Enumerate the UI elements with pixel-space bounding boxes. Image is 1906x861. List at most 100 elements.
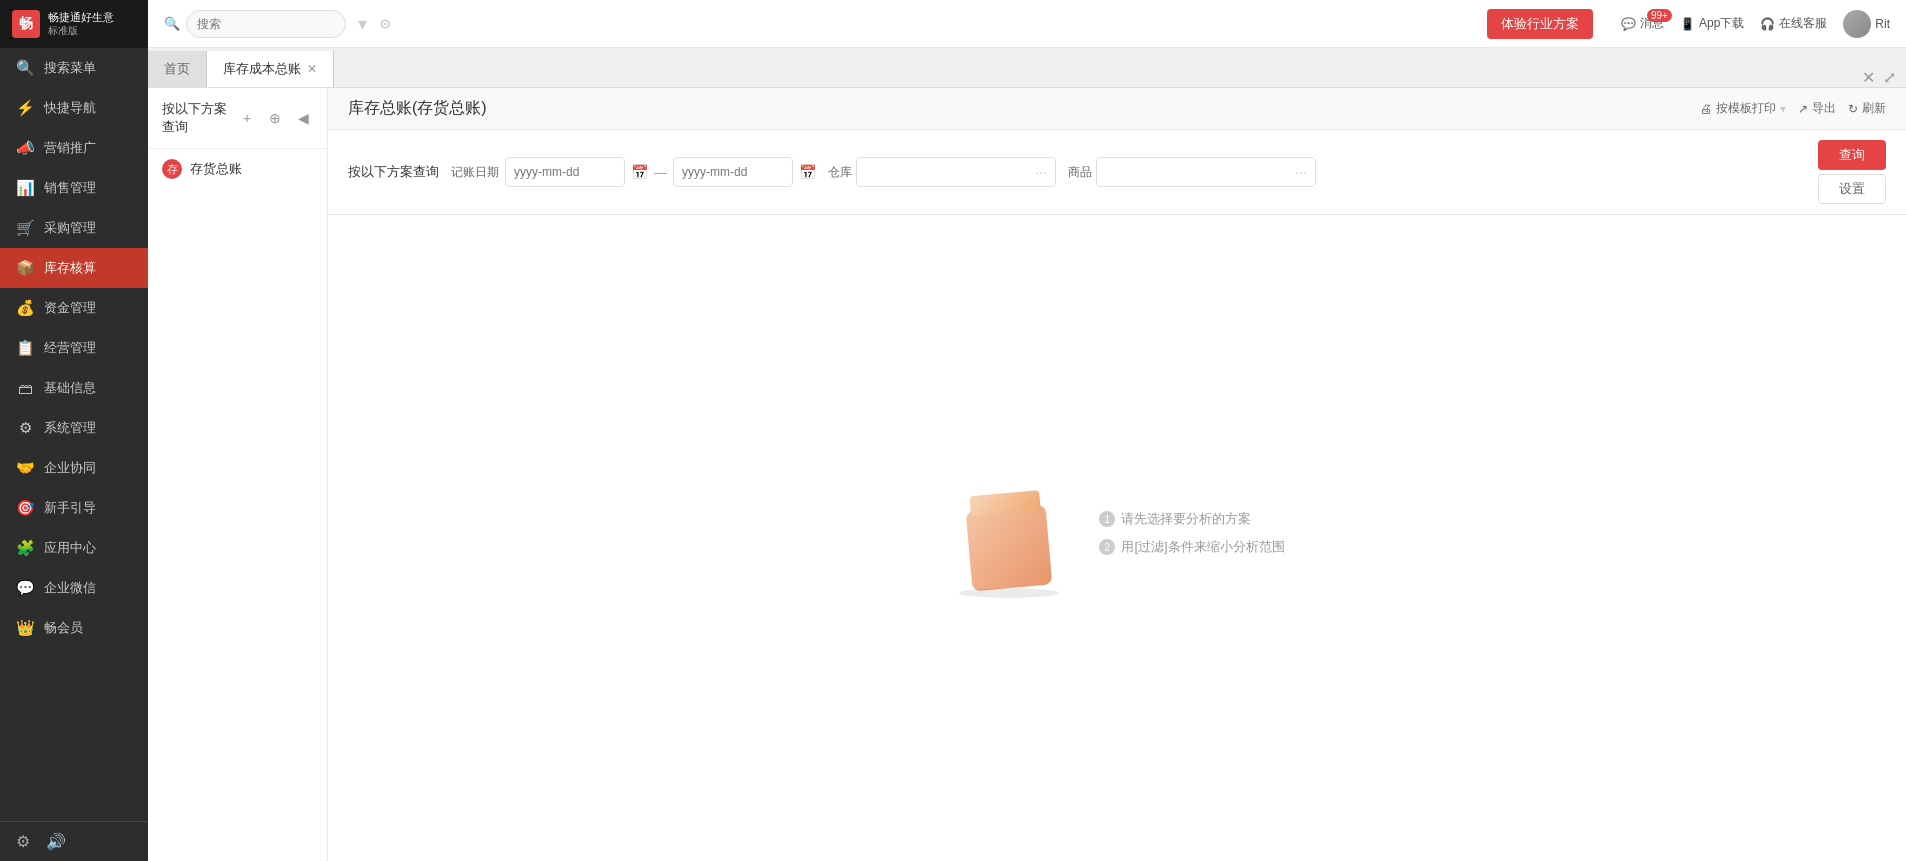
tab-home[interactable]: 首页 bbox=[148, 51, 207, 87]
action-buttons: 查询 设置 bbox=[1818, 140, 1886, 204]
member-icon: 👑 bbox=[16, 619, 34, 637]
marketing-icon: 📣 bbox=[16, 139, 34, 157]
base-icon: 🗃 bbox=[16, 379, 34, 397]
filter-dash: — bbox=[654, 165, 667, 180]
sidebar-item-base[interactable]: 🗃 基础信息 bbox=[0, 368, 148, 408]
refresh-btn[interactable]: ↻ 刷新 bbox=[1848, 100, 1886, 117]
empty-box bbox=[966, 505, 1053, 592]
topbar-message[interactable]: 💬 消息 99+ bbox=[1621, 15, 1664, 32]
sidebar-item-label: 资金管理 bbox=[44, 299, 96, 317]
tabs-bar: 首页 库存成本总账 ✕ ✕ ⤢ bbox=[148, 48, 1906, 88]
sidebar-item-purchase[interactable]: 🛒 采购管理 bbox=[0, 208, 148, 248]
tab-close-window-icon[interactable]: ✕ bbox=[1862, 68, 1875, 87]
empty-illustration bbox=[949, 478, 1069, 598]
topbar-app-download[interactable]: 📱 App下载 bbox=[1680, 15, 1744, 32]
left-panel-title: 按以下方案查询 bbox=[162, 100, 237, 136]
refresh-icon: ↻ bbox=[1848, 102, 1858, 116]
footer-audio-icon[interactable]: 🔊 bbox=[46, 832, 66, 851]
sidebar-item-label: 快捷导航 bbox=[44, 99, 96, 117]
date-end-input[interactable] bbox=[673, 157, 793, 187]
sidebar-item-label: 企业协同 bbox=[44, 459, 96, 477]
topbar-search-input[interactable] bbox=[186, 10, 346, 38]
user-avatar bbox=[1843, 10, 1871, 38]
topbar-dropdown-icon[interactable]: ▾ bbox=[358, 13, 367, 35]
sidebar-item-label: 搜索菜单 bbox=[44, 59, 96, 77]
sidebar-item-wechat[interactable]: 💬 企业微信 bbox=[0, 568, 148, 608]
warehouse-label: 仓库 bbox=[828, 164, 852, 181]
goods-more-icon[interactable]: ··· bbox=[1295, 164, 1307, 180]
sidebar-item-newbie[interactable]: 🎯 新手引导 bbox=[0, 488, 148, 528]
sidebar-item-label: 系统管理 bbox=[44, 419, 96, 437]
newbie-icon: 🎯 bbox=[16, 499, 34, 517]
manage-scheme-icon[interactable]: ⊕ bbox=[265, 108, 285, 128]
operation-icon: 📋 bbox=[16, 339, 34, 357]
sidebar-item-label: 应用中心 bbox=[44, 539, 96, 557]
sidebar-item-marketing[interactable]: 📣 营销推广 bbox=[0, 128, 148, 168]
sidebar-item-label: 经营管理 bbox=[44, 339, 96, 357]
sidebar-item-shortcut[interactable]: ⚡ 快捷导航 bbox=[0, 88, 148, 128]
sidebar-item-apps[interactable]: 🧩 应用中心 bbox=[0, 528, 148, 568]
goods-label: 商品 bbox=[1068, 164, 1092, 181]
collapse-panel-icon[interactable]: ◀ bbox=[293, 108, 313, 128]
tab-expand-icon[interactable]: ⤢ bbox=[1883, 68, 1896, 87]
footer-settings-icon[interactable]: ⚙ bbox=[16, 832, 30, 851]
print-dropdown-icon: ▾ bbox=[1780, 102, 1786, 116]
print-btn[interactable]: 🖨 按模板打印 ▾ bbox=[1700, 100, 1786, 117]
main-area: 🔍 ▾ ⚙ 体验行业方案 💬 消息 99+ 📱 App下载 🎧 在线客服 Rit bbox=[148, 0, 1906, 861]
left-panel-item-inventory[interactable]: 存 存货总账 bbox=[148, 149, 327, 189]
sidebar-item-label: 采购管理 bbox=[44, 219, 96, 237]
empty-hint-1: 1 请先选择要分析的方案 bbox=[1099, 510, 1284, 528]
headset-icon: 🎧 bbox=[1760, 17, 1775, 31]
topbar-online-service[interactable]: 🎧 在线客服 bbox=[1760, 15, 1827, 32]
topbar-user[interactable]: Rit bbox=[1843, 10, 1890, 38]
refresh-label: 刷新 bbox=[1862, 100, 1886, 117]
sidebar-item-inventory[interactable]: 📦 库存核算 bbox=[0, 248, 148, 288]
goods-select[interactable]: ··· bbox=[1096, 157, 1316, 187]
query-btn[interactable]: 查询 bbox=[1818, 140, 1886, 170]
sidebar-item-system[interactable]: ⚙ 系统管理 bbox=[0, 408, 148, 448]
industry-btn[interactable]: 体验行业方案 bbox=[1487, 9, 1593, 39]
settings-btn[interactable]: 设置 bbox=[1818, 174, 1886, 204]
topbar-settings-icon[interactable]: ⚙ bbox=[379, 16, 392, 32]
calendar-start-icon[interactable]: 📅 bbox=[631, 164, 648, 180]
sidebar-item-search[interactable]: 🔍 搜索菜单 bbox=[0, 48, 148, 88]
search-icon: 🔍 bbox=[16, 59, 34, 77]
hint-2-text: 用[过滤]条件来缩小分析范围 bbox=[1121, 538, 1284, 556]
sidebar-item-sales[interactable]: 📊 销售管理 bbox=[0, 168, 148, 208]
topbar: 🔍 ▾ ⚙ 体验行业方案 💬 消息 99+ 📱 App下载 🎧 在线客服 Rit bbox=[148, 0, 1906, 48]
topbar-search-icon: 🔍 bbox=[164, 16, 180, 31]
calendar-end-icon[interactable]: 📅 bbox=[799, 164, 816, 180]
sidebar-logo: 畅 畅捷通好生意 标准版 bbox=[0, 0, 148, 48]
hint-1-text: 请先选择要分析的方案 bbox=[1121, 510, 1251, 528]
warehouse-more-icon[interactable]: ··· bbox=[1035, 164, 1047, 180]
purchase-icon: 🛒 bbox=[16, 219, 34, 237]
sidebar-item-label: 营销推广 bbox=[44, 139, 96, 157]
date-start-input[interactable] bbox=[505, 157, 625, 187]
filter-label: 按以下方案查询 bbox=[348, 163, 439, 181]
tab-inventory-ledger-label: 库存成本总账 bbox=[223, 60, 301, 78]
left-panel-header: 按以下方案查询 + ⊕ ◀ bbox=[148, 88, 327, 149]
sidebar-footer: ⚙ 🔊 bbox=[0, 821, 148, 861]
sidebar-item-member[interactable]: 👑 畅会员 bbox=[0, 608, 148, 648]
tab-inventory-ledger[interactable]: 库存成本总账 ✕ bbox=[207, 51, 334, 87]
corp-icon: 🤝 bbox=[16, 459, 34, 477]
export-btn[interactable]: ↗ 导出 bbox=[1798, 100, 1836, 117]
filter-bar: 按以下方案查询 记账日期 📅 — 📅 仓库 ··· bbox=[328, 130, 1906, 215]
sidebar-item-operation[interactable]: 📋 经营管理 bbox=[0, 328, 148, 368]
right-main: 库存总账(存货总账) 🖨 按模板打印 ▾ ↗ 导出 ↻ 刷新 bbox=[328, 88, 1906, 861]
logo-icon: 畅 bbox=[12, 10, 40, 38]
print-label: 按模板打印 bbox=[1716, 100, 1776, 117]
logo-name: 畅捷通好生意 bbox=[48, 10, 114, 24]
left-panel-icons: + ⊕ ◀ bbox=[237, 108, 313, 128]
tab-home-label: 首页 bbox=[164, 60, 190, 78]
sidebar-item-finance[interactable]: 💰 资金管理 bbox=[0, 288, 148, 328]
sidebar-item-corp[interactable]: 🤝 企业协同 bbox=[0, 448, 148, 488]
step-2: 2 bbox=[1099, 539, 1115, 555]
page-header: 库存总账(存货总账) 🖨 按模板打印 ▾ ↗ 导出 ↻ 刷新 bbox=[328, 88, 1906, 130]
warehouse-select[interactable]: ··· bbox=[856, 157, 1056, 187]
message-icon: 💬 bbox=[1621, 17, 1636, 31]
sidebar-scroll: 🔍 搜索菜单 ⚡ 快捷导航 📣 营销推广 📊 销售管理 🛒 采购管理 📦 库存核… bbox=[0, 48, 148, 821]
tab-close-icon[interactable]: ✕ bbox=[307, 62, 317, 76]
add-scheme-icon[interactable]: + bbox=[237, 108, 257, 128]
page-header-actions: 🖨 按模板打印 ▾ ↗ 导出 ↻ 刷新 bbox=[1700, 100, 1886, 117]
